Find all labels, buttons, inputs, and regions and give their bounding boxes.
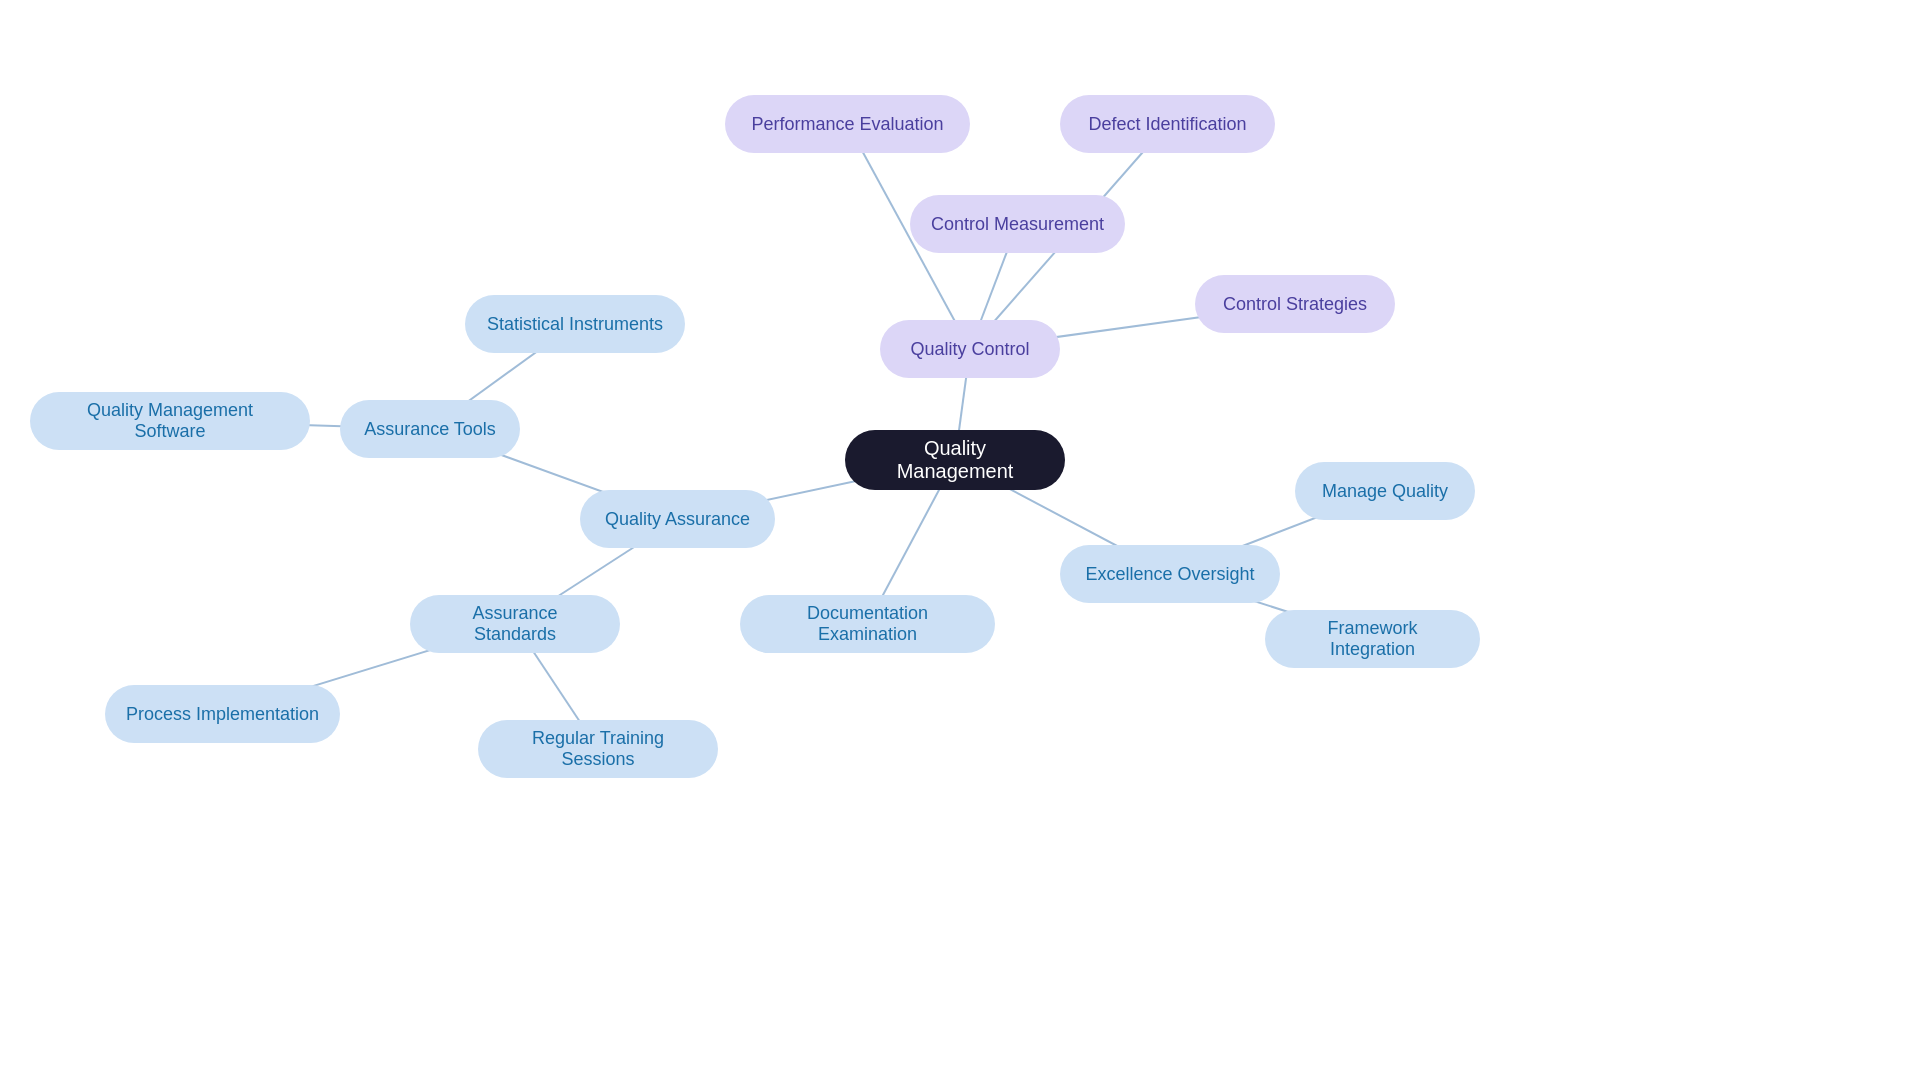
node-quality-control[interactable]: Quality Control xyxy=(880,320,1060,378)
node-framework-integration[interactable]: Framework Integration xyxy=(1265,610,1480,668)
node-regular-training-sessions[interactable]: Regular Training Sessions xyxy=(478,720,718,778)
node-manage-quality[interactable]: Manage Quality xyxy=(1295,462,1475,520)
center-node[interactable]: Quality Management xyxy=(845,430,1065,490)
node-documentation-examination[interactable]: Documentation Examination xyxy=(740,595,995,653)
node-assurance-tools[interactable]: Assurance Tools xyxy=(340,400,520,458)
node-statistical-instruments[interactable]: Statistical Instruments xyxy=(465,295,685,353)
node-quality-assurance[interactable]: Quality Assurance xyxy=(580,490,775,548)
node-control-measurement[interactable]: Control Measurement xyxy=(910,195,1125,253)
node-control-strategies[interactable]: Control Strategies xyxy=(1195,275,1395,333)
mindmap-container: Quality Management Quality Control Perform… xyxy=(0,0,1920,1083)
node-quality-management-software[interactable]: Quality Management Software xyxy=(30,392,310,450)
node-performance-evaluation[interactable]: Performance Evaluation xyxy=(725,95,970,153)
node-assurance-standards[interactable]: Assurance Standards xyxy=(410,595,620,653)
node-process-implementation[interactable]: Process Implementation xyxy=(105,685,340,743)
node-excellence-oversight[interactable]: Excellence Oversight xyxy=(1060,545,1280,603)
node-defect-identification[interactable]: Defect Identification xyxy=(1060,95,1275,153)
connection-lines xyxy=(0,0,1920,1083)
